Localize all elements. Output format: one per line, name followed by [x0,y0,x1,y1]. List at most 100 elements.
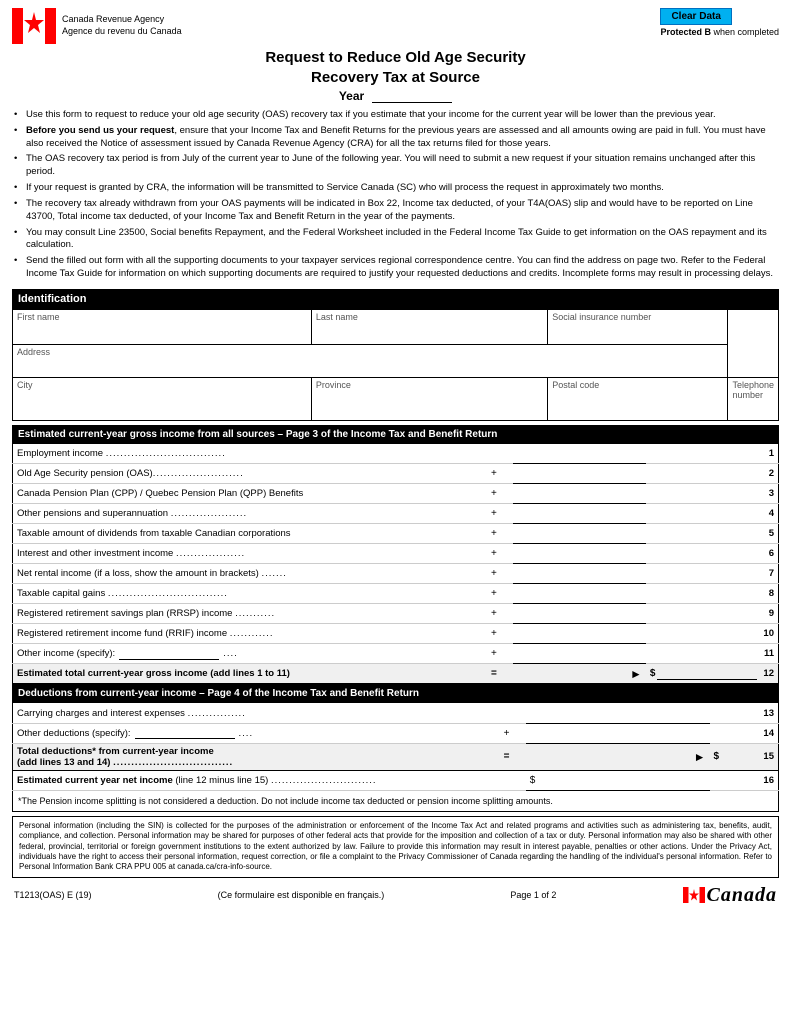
privacy-notice: Personal information (including the SIN)… [12,816,779,878]
protected-b-label: Protected B when completed [660,27,779,37]
instruction-item-2: Before you send us your request, ensure … [12,125,779,151]
page-number: Page 1 of 2 [510,890,556,900]
income-desc-7: Net rental income (if a loss, show the a… [13,564,476,584]
address-input[interactable] [17,357,723,375]
sin-box-3[interactable] [590,324,607,342]
income-input-7[interactable] [517,568,642,579]
income-input-10[interactable] [517,628,642,639]
other-specify-input-14[interactable] [135,727,235,739]
other-specify-11: Other income (specify): .... [17,648,471,660]
deduction-desc-14: Other deductions (specify): .... [13,723,488,743]
input-cell-1 [513,444,646,464]
income-input-2[interactable] [517,468,642,479]
first-name-cell: First name [13,309,312,344]
year-label: Year [339,89,364,103]
city-cell: City [13,377,312,420]
last-name-cell: Last name [311,309,547,344]
income-input-3[interactable] [517,488,642,499]
first-name-input[interactable] [17,322,307,340]
line-2: 2 [646,464,779,484]
net-income-row: Estimated current year net income (line … [13,770,779,790]
input-cell-4 [513,504,646,524]
canada-flag-small [683,887,705,903]
deductions-section-header: Deductions from current-year income – Pa… [12,684,779,703]
agency-fr: Agence du revenu [62,26,135,36]
sin-box-9[interactable] [707,324,724,342]
deduction-input-13[interactable] [530,708,706,719]
year-input[interactable] [372,90,452,103]
total-input-cell-12: $ 12 [646,664,779,684]
title-line1: Request to Reduce Old Age Security [265,49,525,66]
input-cell-11 [513,644,646,664]
sin-box-1[interactable] [552,324,569,342]
address-label: Address [17,347,723,357]
income-input-1[interactable] [517,448,642,459]
line-11: 11 [646,644,779,664]
form-number: T1213(OAS) E (19) [14,890,92,900]
line-4: 4 [646,504,779,524]
instruction-list: Use this form to request to reduce your … [12,109,779,281]
sin-box-6[interactable] [648,324,665,342]
income-input-11[interactable] [517,648,642,659]
operator-3: + [475,484,512,504]
instruction-item-5: The recovery tax already withdrawn from … [12,198,779,224]
operator-10: + [475,624,512,644]
last-name-input[interactable] [316,322,543,340]
income-input-8[interactable] [517,588,642,599]
input-cell-10 [513,624,646,644]
sin-box-2[interactable] [571,324,588,342]
income-input-4[interactable] [517,508,642,519]
total-deductions-input[interactable] [721,751,757,762]
telephone-label: Telephone number [732,380,774,400]
city-input[interactable] [17,390,307,408]
operator-7: + [475,564,512,584]
total-income-input[interactable] [657,668,757,680]
deduction-operator-14: + [487,723,525,743]
canada-flag-logo [12,8,56,44]
postal-code-input[interactable] [552,390,723,408]
income-desc-2: Old Age Security pension (OAS)..........… [13,464,476,484]
income-row-10: Registered retirement income fund (RRIF)… [13,624,779,644]
income-input-9[interactable] [517,608,642,619]
operator-6: + [475,544,512,564]
deduction-input-14[interactable] [530,728,706,739]
protected-label: Protected B [660,27,711,37]
income-input-6[interactable] [517,548,642,559]
income-desc-8: Taxable capital gains ..................… [13,584,476,604]
deduction-desc-13: Carrying charges and interest expenses .… [13,703,488,723]
net-income-line: 16 [710,770,779,790]
income-input-5[interactable] [517,528,642,539]
operator-1 [475,444,512,464]
other-specify-input-11[interactable] [119,648,219,660]
sin-box-7[interactable] [669,324,686,342]
address-cell: Address [13,344,728,377]
telephone-input[interactable] [732,400,774,418]
net-income-input-cell: $ [526,770,710,790]
income-desc-3: Canada Pension Plan (CPP) / Quebec Pensi… [13,484,476,504]
deduction-line-13: 13 [710,703,779,723]
agency-en: Canada Revenue [62,14,132,24]
clear-data-button[interactable]: Clear Data [660,8,731,25]
deduction-arrow-cell: ► [526,743,710,770]
page: Canada Revenue Agency Agence du revenu d… [0,0,791,915]
sin-box-4[interactable] [611,324,628,342]
sin-box-8[interactable] [688,324,705,342]
operator-11: + [475,644,512,664]
income-row-8: Taxable capital gains ..................… [13,584,779,604]
sin-box-5[interactable] [630,324,647,342]
operator-8: + [475,584,512,604]
income-desc-9: Registered retirement savings plan (RRSP… [13,604,476,624]
telephone-cell: Telephone number [728,377,779,420]
instruction-item-7: Send the filled out form with all the su… [12,255,779,281]
canada-wordmark: Canada [683,884,777,907]
deduction-row-14: Other deductions (specify): .... + 14 [13,723,779,743]
deduction-input-cell-13 [526,703,710,723]
net-income-input[interactable] [537,775,705,786]
identification-table: First name Last name Social insurance nu… [12,309,779,421]
province-input[interactable] [316,390,543,408]
footer: T1213(OAS) E (19) (Ce formulaire est dis… [12,884,779,907]
income-row-2: Old Age Security pension (OAS)..........… [13,464,779,484]
income-row-4: Other pensions and superannuation ......… [13,504,779,524]
last-name-label: Last name [316,312,543,322]
income-row-5: Taxable amount of dividends from taxable… [13,524,779,544]
